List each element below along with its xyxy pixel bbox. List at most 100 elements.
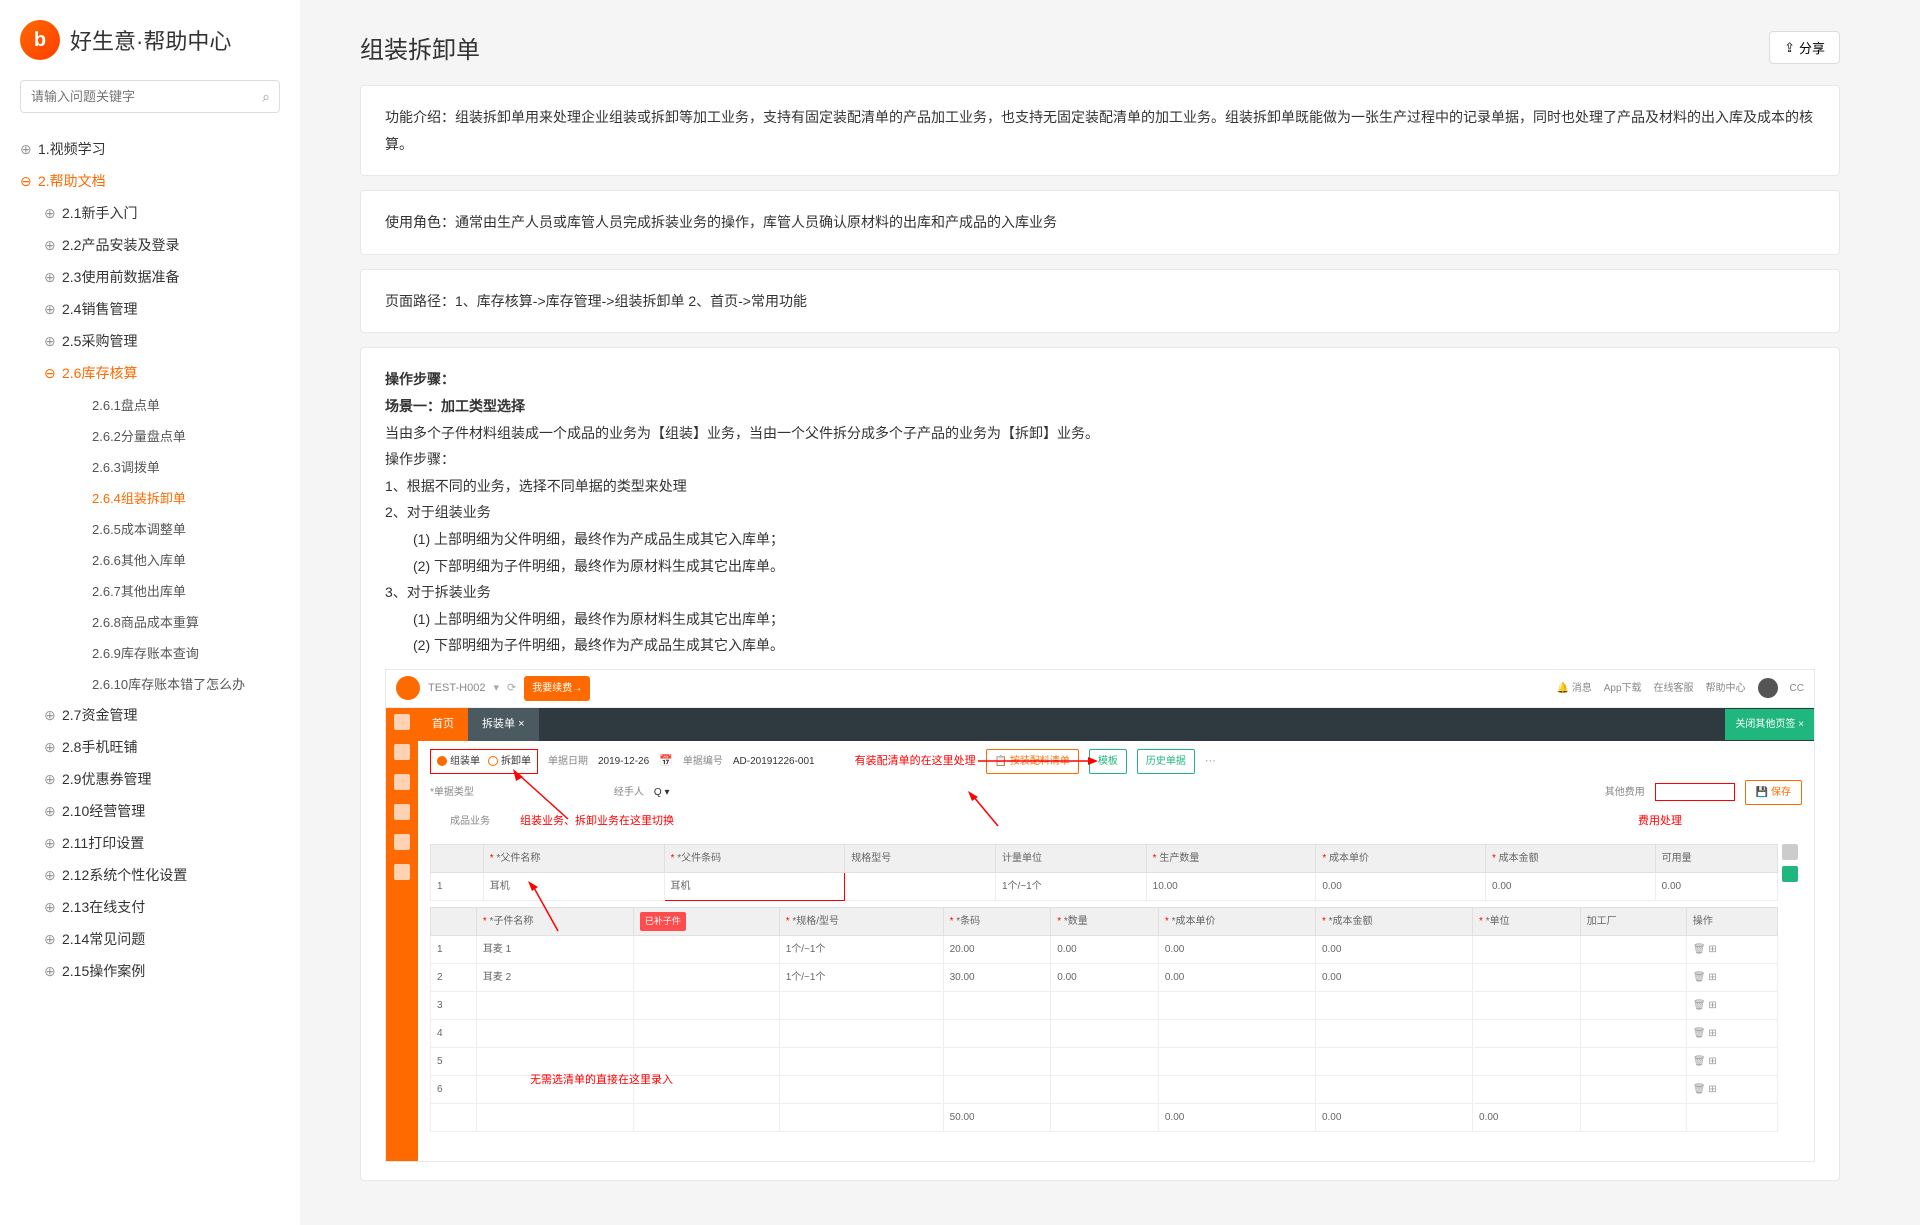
minus-icon: ⊖ — [44, 365, 62, 382]
nav-2-6-8[interactable]: 2.6.8商品成本重算 — [92, 606, 280, 637]
close-icon: × — [1798, 719, 1804, 730]
table-row: 2耳麦 21个/~1个30.000.000.000.00🗑 ⊞ — [431, 963, 1778, 991]
child-table: *子件名称 已补子件 *规格/型号 *条码 *数量 *成本单价 *成本金额 *单… — [430, 907, 1778, 1132]
step-3a: (1) 上部明细为父件明细，最终作为原材料生成其它出库单； — [385, 606, 1815, 633]
share-button[interactable]: ⇪分享 — [1769, 31, 1840, 64]
doc-icon — [394, 744, 410, 760]
ss-form: 组装单 拆卸单 单据日期 2019-12-26 📅 单据编号 AD-201912… — [418, 741, 1814, 1161]
nav-2-6-10[interactable]: 2.6.10库存账本错了怎么办 — [92, 668, 280, 699]
nav-2-4[interactable]: ⊕2.4销售管理 — [44, 293, 280, 325]
radio-assemble: 组装单 — [437, 752, 480, 771]
ss-left-nav — [386, 708, 418, 1161]
grid-icon — [394, 834, 410, 850]
nav-2-6-9[interactable]: 2.6.9库存账本查询 — [92, 637, 280, 668]
home-icon — [394, 714, 410, 730]
nav-2-3[interactable]: ⊕2.3使用前数据准备 — [44, 261, 280, 293]
nav-2-5[interactable]: ⊕2.5采购管理 — [44, 325, 280, 357]
role-card: 使用角色：通常由生产人员或库管人员完成拆装业务的操作，库管人员确认原材料的出库和… — [360, 190, 1840, 255]
share-icon: ⇪ — [1784, 40, 1795, 56]
bell-icon: 🔔 消息 — [1557, 679, 1592, 698]
nav-2-13[interactable]: ⊕2.13在线支付 — [44, 891, 280, 923]
plus-icon: ⊕ — [44, 835, 62, 852]
nav-2-7[interactable]: ⊕2.7资金管理 — [44, 699, 280, 731]
delete-icon: 🗑 ⊞ — [1693, 1056, 1717, 1067]
main-content: 组装拆卸单 ⇪分享 功能介绍：组装拆卸单用来处理企业组装或拆卸等加工业务，支持有… — [300, 0, 1900, 1225]
chart-icon — [394, 804, 410, 820]
help-center: 帮助中心 — [1706, 679, 1746, 698]
steps-subtitle: 操作步骤： — [385, 446, 1815, 473]
scene-title: 场景一：加工类型选择 — [385, 393, 1815, 420]
ss-body: 首页 拆装单 × 关闭其他页签 × 组装单 — [386, 708, 1814, 1161]
tool-icon — [1782, 866, 1798, 882]
nav-2-6-4[interactable]: 2.6.4组装拆卸单 — [92, 482, 280, 513]
more-icon: ⋯ — [1205, 751, 1216, 772]
nav-2-6-3[interactable]: 2.6.3调拨单 — [92, 451, 280, 482]
logo-row: b 好生意·帮助中心 — [20, 20, 280, 60]
steps-title: 操作步骤： — [385, 366, 1815, 393]
plus-icon: ⊕ — [44, 963, 62, 980]
plus-icon: ⊕ — [44, 301, 62, 318]
arrow-annotation — [528, 881, 568, 941]
sidebar: b 好生意·帮助中心 ⌕ ⊕1.视频学习 ⊖2.帮助文档 ⊕2.1新手入门 ⊕2… — [0, 0, 300, 1225]
intro-card: 功能介绍：组装拆卸单用来处理企业组装或拆卸等加工业务，支持有固定装配清单的产品加… — [360, 85, 1840, 176]
search-icon[interactable]: ⌕ — [262, 88, 270, 105]
embedded-screenshot: TEST-H002 ▾ ⟳ 我要续费→ 🔔 消息 App下载 在线客服 帮助中心… — [385, 669, 1815, 1162]
table-row: 1 耳机 耳机 1个/~1个 10.00 0.00 0.00 — [431, 872, 1778, 900]
search-box: ⌕ — [20, 80, 280, 113]
ss-close-others: 关闭其他页签 × — [1725, 709, 1814, 740]
calendar-icon: 📅 — [659, 751, 673, 772]
ss-content: 首页 拆装单 × 关闭其他页签 × 组装单 — [418, 708, 1814, 1161]
plus-icon: ⊕ — [44, 269, 62, 286]
nav-2-1[interactable]: ⊕2.1新手入门 — [44, 197, 280, 229]
parent-table: *父件名称 *父件条码 规格型号 计量单位 生产数量 成本单价 成本金额 可用量 — [430, 844, 1778, 901]
step-2: 2、对于组装业务 — [385, 499, 1815, 526]
nav-2-6-5[interactable]: 2.6.5成本调整单 — [92, 513, 280, 544]
plus-icon: ⊕ — [44, 205, 62, 222]
nav-2-15[interactable]: ⊕2.15操作案例 — [44, 955, 280, 987]
nav-2-12[interactable]: ⊕2.12系统个性化设置 — [44, 859, 280, 891]
nav-2-6-2[interactable]: 2.6.2分量盘点单 — [92, 420, 280, 451]
nav-video[interactable]: ⊕1.视频学习 — [20, 133, 280, 165]
nav-docs[interactable]: ⊖2.帮助文档 — [20, 165, 280, 197]
plus-icon: ⊕ — [44, 771, 62, 788]
plus-icon: ⊕ — [44, 739, 62, 756]
plus-icon: ⊕ — [44, 899, 62, 916]
nav-2-2[interactable]: ⊕2.2产品安装及登录 — [44, 229, 280, 261]
table-row: 3🗑 ⊞ — [431, 991, 1778, 1019]
arrow-annotation — [508, 769, 588, 829]
annotation-fee: 费用处理 — [1638, 811, 1682, 832]
page-title: 组装拆卸单 — [360, 30, 480, 65]
nav-2-9[interactable]: ⊕2.9优惠券管理 — [44, 763, 280, 795]
nav-2-6-7[interactable]: 2.6.7其他出库单 — [92, 575, 280, 606]
nav-2-6-sub: 2.6.1盘点单 2.6.2分量盘点单 2.6.3调拨单 2.6.4组装拆卸单 … — [44, 389, 280, 699]
delete-icon: 🗑 ⊞ — [1693, 944, 1717, 955]
site-title: 好生意·帮助中心 — [70, 24, 231, 56]
logo-icon: b — [20, 20, 60, 60]
fee-input — [1655, 783, 1735, 801]
plus-icon: ⊕ — [44, 931, 62, 948]
nav-2-8[interactable]: ⊕2.8手机旺铺 — [44, 731, 280, 763]
avatar-icon — [1758, 678, 1778, 698]
plus-icon: ⊕ — [44, 237, 62, 254]
table-row: 4🗑 ⊞ — [431, 1019, 1778, 1047]
nav-2-6-1[interactable]: 2.6.1盘点单 — [92, 389, 280, 420]
plus-icon: ⊕ — [44, 333, 62, 350]
ss-tab-home: 首页 — [418, 708, 468, 741]
steps-card: 操作步骤： 场景一：加工类型选择 当由多个子件材料组装成一个成品的业务为【组装】… — [360, 347, 1840, 1180]
refresh-icon: ⟳ — [507, 678, 516, 699]
step-3: 3、对于拆装业务 — [385, 579, 1815, 606]
plus-icon: ⊕ — [44, 867, 62, 884]
nav-2-6-6[interactable]: 2.6.6其他入库单 — [92, 544, 280, 575]
user-name: CC — [1790, 679, 1804, 698]
nav-2-6[interactable]: ⊖2.6库存核算 — [44, 357, 280, 389]
nav-2-11[interactable]: ⊕2.11打印设置 — [44, 827, 280, 859]
online-service: 在线客服 — [1654, 679, 1694, 698]
nav-2-14[interactable]: ⊕2.14常见问题 — [44, 923, 280, 955]
search-input[interactable] — [20, 80, 280, 113]
annotation-list: 有装配清单的在这里处理 — [855, 751, 976, 772]
nav-2-10[interactable]: ⊕2.10经营管理 — [44, 795, 280, 827]
app-download: App下载 — [1604, 679, 1642, 698]
plus-icon: ⊕ — [44, 803, 62, 820]
path-card: 页面路径：1、库存核算->库存管理->组装拆卸单 2、首页->常用功能 — [360, 269, 1840, 334]
gear-icon — [394, 864, 410, 880]
